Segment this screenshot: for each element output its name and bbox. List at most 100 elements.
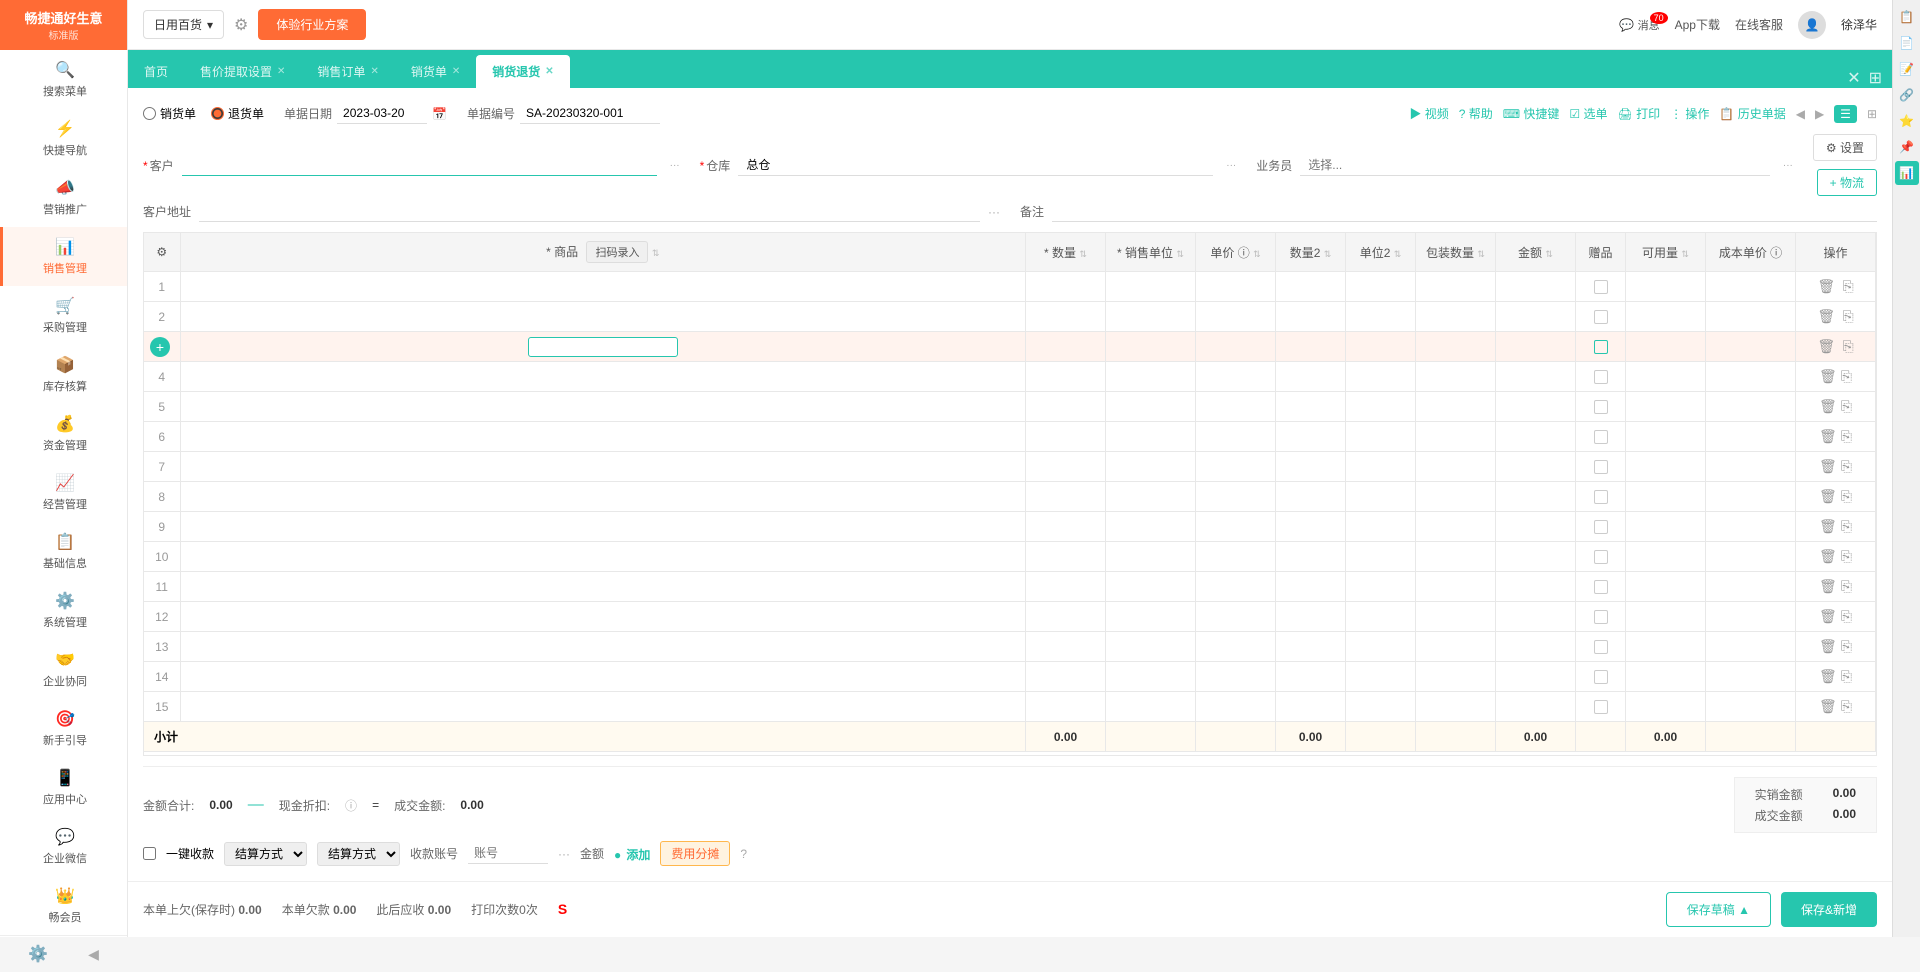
right-panel-icon-4[interactable]: 🔗: [1895, 83, 1919, 107]
cost-price-cell[interactable]: [1706, 302, 1796, 332]
radio-sales-out[interactable]: 销货单: [143, 105, 196, 122]
next-icon[interactable]: ▶: [1815, 107, 1824, 121]
calendar-icon[interactable]: 📅: [432, 107, 447, 121]
sidebar-item-operation[interactable]: 📈 经营管理: [0, 463, 127, 522]
product-cell-active[interactable]: [180, 332, 1026, 362]
address-dots[interactable]: ···: [988, 205, 1000, 219]
collapse-icon[interactable]: ◀: [88, 946, 99, 963]
right-panel-icon-5[interactable]: ⭐: [1895, 109, 1919, 133]
video-btn[interactable]: ▶ 视频: [1409, 105, 1448, 122]
tab-price-setting[interactable]: 售价提取设置 ✕: [184, 55, 301, 88]
quantity-cell[interactable]: [1026, 272, 1106, 302]
delete-row-button[interactable]: 🗑: [1817, 396, 1839, 417]
tab-sales-out[interactable]: 销货单 ✕: [395, 55, 476, 88]
add-row-button[interactable]: +: [150, 337, 170, 357]
available-cell[interactable]: [1626, 272, 1706, 302]
message-icon-container[interactable]: 💬 70 消息: [1619, 17, 1659, 33]
gift-checkbox[interactable]: [1594, 490, 1608, 504]
pkg-qty-cell[interactable]: [1416, 332, 1496, 362]
copy-row-button[interactable]: ⎘: [1839, 456, 1854, 477]
right-panel-icon-2[interactable]: 📄: [1895, 31, 1919, 55]
radio-return-input[interactable]: [211, 107, 224, 120]
calc-method-select[interactable]: 结算方式: [317, 842, 400, 866]
delete-row-button[interactable]: 🗑: [1817, 666, 1839, 687]
gift-checkbox[interactable]: [1594, 670, 1608, 684]
remark-input[interactable]: [1052, 201, 1877, 222]
sidebar-item-shortcut[interactable]: ⚡ 快捷导航: [0, 109, 127, 168]
sidebar-item-basic[interactable]: 📋 基础信息: [0, 522, 127, 581]
product-input[interactable]: [528, 337, 678, 357]
col-settings[interactable]: ⚙: [144, 233, 180, 272]
available-cell[interactable]: [1626, 302, 1706, 332]
qty2-cell[interactable]: [1276, 302, 1346, 332]
delete-row-button[interactable]: 🗑: [1817, 366, 1839, 387]
gift-checkbox[interactable]: [1594, 430, 1608, 444]
pkg-qty-cell[interactable]: [1416, 302, 1496, 332]
account-dots[interactable]: ···: [558, 847, 570, 861]
gift-cell[interactable]: [1576, 272, 1626, 302]
copy-row-button[interactable]: ⎘: [1839, 696, 1854, 717]
available-cell[interactable]: [1626, 332, 1706, 362]
copy-row-button[interactable]: ⎘: [1839, 636, 1854, 657]
history-btn[interactable]: 📋 历史单据: [1719, 105, 1785, 122]
add-row-cell[interactable]: +: [144, 332, 180, 362]
price-cell[interactable]: [1196, 272, 1276, 302]
delete-row-button[interactable]: 🗑: [1815, 306, 1837, 327]
delete-row-button[interactable]: 🗑: [1817, 426, 1839, 447]
gift-checkbox[interactable]: [1594, 520, 1608, 534]
cost-price-cell[interactable]: [1706, 272, 1796, 302]
view-grid-icon[interactable]: ⊞: [1867, 107, 1877, 121]
delete-row-button[interactable]: 🗑: [1817, 516, 1839, 537]
gift-checkbox[interactable]: [1594, 610, 1608, 624]
delete-row-button[interactable]: 🗑: [1817, 546, 1839, 567]
unit-cell[interactable]: [1106, 332, 1196, 362]
right-panel-icon-6[interactable]: 📌: [1895, 135, 1919, 159]
settlement-method-select[interactable]: 结算方式: [224, 842, 307, 866]
copy-row-button[interactable]: ⎘: [1839, 546, 1854, 567]
unit-cell[interactable]: [1106, 272, 1196, 302]
select-btn[interactable]: ☑ 选单: [1569, 105, 1607, 122]
copy-row-button[interactable]: ⎘: [1840, 306, 1855, 327]
copy-row-button[interactable]: ⎘: [1839, 396, 1854, 417]
gift-checkbox[interactable]: [1594, 550, 1608, 564]
copy-row-button[interactable]: ⎘: [1839, 366, 1854, 387]
sidebar-item-inventory[interactable]: 📦 库存核算: [0, 345, 127, 404]
gift-cell[interactable]: [1576, 332, 1626, 362]
tab-close-icon[interactable]: ✕: [370, 66, 378, 77]
qty2-cell[interactable]: [1276, 332, 1346, 362]
quantity-cell[interactable]: [1026, 302, 1106, 332]
right-panel-icon-3[interactable]: 📝: [1895, 57, 1919, 81]
copy-row-button[interactable]: ⎘: [1840, 336, 1855, 357]
unit2-cell[interactable]: [1346, 332, 1416, 362]
account-input[interactable]: [468, 843, 548, 864]
salesperson-dots[interactable]: ···: [1783, 160, 1793, 171]
help-btn[interactable]: ? 帮助: [1459, 105, 1493, 122]
close-tab-icon[interactable]: ✕: [1847, 68, 1860, 88]
customer-dots[interactable]: ···: [670, 160, 680, 171]
app-download-link[interactable]: App下载: [1675, 16, 1720, 33]
view-list-icon[interactable]: ☰: [1834, 105, 1857, 123]
amount-cell[interactable]: [1496, 302, 1576, 332]
unit2-cell[interactable]: [1346, 302, 1416, 332]
gift-cell[interactable]: [1576, 302, 1626, 332]
fee-split-button[interactable]: 费用分摊: [660, 841, 730, 866]
sidebar-item-sales[interactable]: 📊 销售管理: [0, 227, 127, 286]
prev-icon[interactable]: ◀: [1796, 107, 1805, 121]
industry-select[interactable]: 日用百货 ▾: [143, 10, 224, 39]
warehouse-input[interactable]: [738, 155, 1213, 176]
sidebar-item-corp[interactable]: 🤝 企业协同: [0, 640, 127, 699]
tab-close-icon[interactable]: ✕: [545, 66, 553, 77]
gift-checkbox[interactable]: [1594, 310, 1608, 324]
sidebar-item-search[interactable]: 🔍 搜索菜单: [0, 50, 127, 109]
delete-row-button[interactable]: 🗑: [1815, 276, 1837, 297]
unit2-cell[interactable]: [1346, 272, 1416, 302]
sidebar-item-guide[interactable]: 🎯 新手引导: [0, 699, 127, 758]
price-cell[interactable]: [1196, 302, 1276, 332]
save-new-button[interactable]: 保存&新增: [1781, 892, 1877, 927]
right-panel-icon-active[interactable]: 📊: [1895, 161, 1919, 185]
price-cell[interactable]: [1196, 332, 1276, 362]
copy-row-button[interactable]: ⎘: [1840, 276, 1855, 297]
sidebar-item-marketing[interactable]: 📣 营销推广: [0, 168, 127, 227]
tab-home[interactable]: 首页: [128, 55, 184, 88]
maximize-icon[interactable]: ⊞: [1869, 68, 1882, 88]
